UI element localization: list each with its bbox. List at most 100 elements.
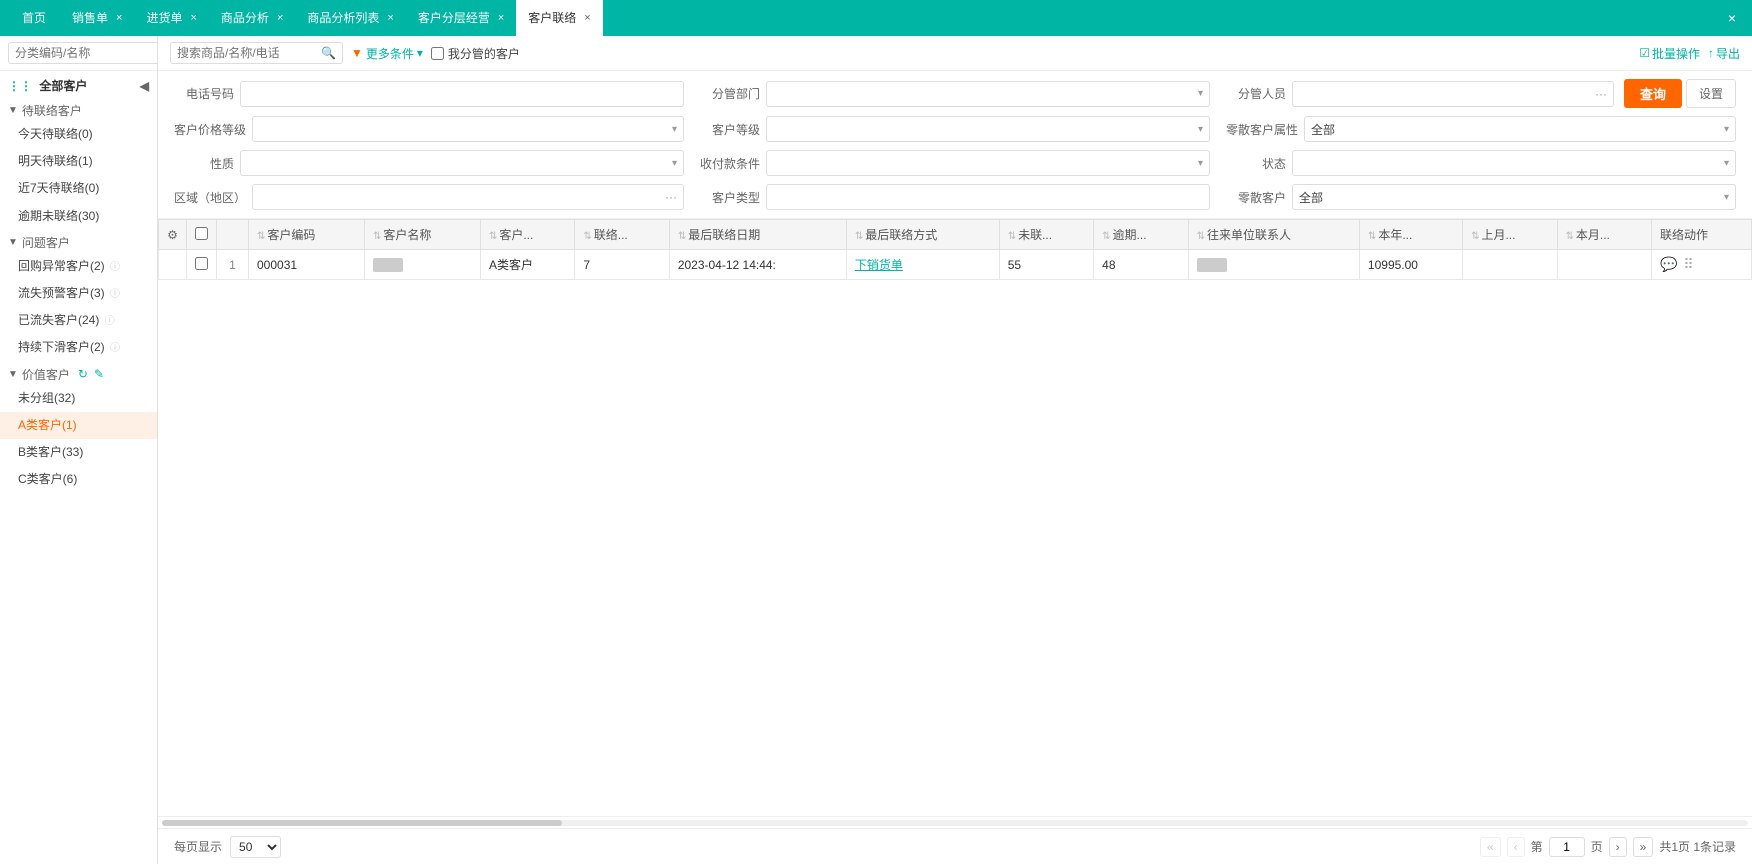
next-page-button[interactable]: ›	[1609, 837, 1627, 857]
customer-type-input[interactable]	[766, 184, 1210, 210]
filter-icon: ▼	[351, 46, 363, 60]
value-edit-icon[interactable]: ✎	[94, 367, 104, 381]
query-button[interactable]: 查询	[1624, 79, 1682, 108]
page-size-select[interactable]: 50 100 200	[230, 836, 281, 858]
sidebar-item-repurchase-abnormal[interactable]: 回购异常客户(2) ⓘ	[0, 253, 157, 280]
nav-customer-tier[interactable]: 客户分层经营 ×	[406, 0, 516, 36]
nav-product-analysis-close[interactable]: ×	[277, 0, 283, 36]
nav-product-analysis-list-close[interactable]: ×	[387, 0, 393, 36]
last-method-link[interactable]: 下销货单	[855, 258, 903, 272]
nav-sales[interactable]: 销售单 ×	[60, 0, 134, 36]
sidebar-item-c-class[interactable]: C类客户(6)	[0, 466, 157, 493]
nav-customer-contact[interactable]: 客户联络 ×	[516, 0, 602, 36]
th-overdue[interactable]: ⇅逾期...	[1094, 220, 1188, 250]
th-no-contact[interactable]: ⇅未联...	[999, 220, 1093, 250]
page-number-input[interactable]	[1549, 837, 1585, 857]
problem-arrow-icon: ▼	[8, 237, 18, 248]
select-all-checkbox[interactable]	[195, 227, 208, 240]
setting-button[interactable]: 设置	[1686, 79, 1736, 108]
my-customers-checkbox[interactable]	[431, 47, 444, 60]
th-level[interactable]: ⇅客户...	[480, 220, 574, 250]
filter-panel: 电话号码 分管部门 ▾ 分管人员 ··· 查询 设置	[158, 71, 1752, 219]
horizontal-scrollbar[interactable]	[158, 816, 1752, 828]
payment-select[interactable]: ▾	[766, 150, 1210, 176]
status-select[interactable]: ▾	[1292, 150, 1736, 176]
nav-home[interactable]: 首页	[8, 0, 60, 36]
filter-search-icon[interactable]: 🔍	[321, 46, 336, 60]
customer-level-select[interactable]: ▾	[766, 116, 1210, 142]
close-all-button[interactable]: ×	[1720, 10, 1744, 26]
pagination-left: 每页显示 50 100 200	[174, 836, 281, 858]
filter-row-price-level: 客户价格等级 ▾	[174, 116, 684, 142]
sidebar-item-today[interactable]: 今天待联络(0)	[0, 121, 157, 148]
prev-page-button[interactable]: ‹	[1507, 837, 1525, 857]
more-filters-button[interactable]: ▼ 更多条件 ▾	[351, 45, 423, 62]
th-this-year[interactable]: ⇅本年...	[1359, 220, 1462, 250]
payment-arrow-icon: ▾	[1198, 158, 1203, 169]
sidebar-search-input[interactable]	[8, 42, 158, 64]
filter-row-phone: 电话号码	[174, 79, 684, 108]
th-index	[217, 220, 249, 250]
last-page-button[interactable]: »	[1633, 837, 1654, 857]
export-button[interactable]: ↑ 导出	[1708, 45, 1740, 62]
th-gear[interactable]: ⚙	[159, 220, 187, 250]
sidebar-item-7days[interactable]: 近7天待联络(0)	[0, 175, 157, 202]
retail-arrow-icon: ▾	[1724, 192, 1729, 203]
price-level-select[interactable]: ▾	[252, 116, 684, 142]
sidebar-group-problem[interactable]: ▼ 问题客户	[0, 230, 157, 253]
scrollbar-thumb[interactable]	[162, 820, 562, 826]
nav-product-analysis-list[interactable]: 商品分析列表 ×	[295, 0, 405, 36]
nav-purchase[interactable]: 进货单 ×	[134, 0, 208, 36]
sidebar-all-customers: ⋮⋮ 全部客户 ◀	[0, 71, 157, 98]
sidebar-item-overdue[interactable]: 逾期未联络(30)	[0, 203, 157, 230]
sidebar-item-a-class[interactable]: A类客户(1)	[0, 412, 157, 439]
dept-select[interactable]: ▾	[766, 81, 1210, 107]
value-arrow-icon: ▼	[8, 369, 18, 380]
th-last-method[interactable]: ⇅最后联络方式	[846, 220, 999, 250]
sidebar-collapse-icon[interactable]: ◀	[140, 79, 149, 93]
nav-sales-close[interactable]: ×	[116, 0, 122, 36]
th-name[interactable]: ⇅客户名称	[364, 220, 480, 250]
nav-product-analysis[interactable]: 商品分析 ×	[209, 0, 295, 36]
value-refresh-icon[interactable]: ↻	[78, 367, 88, 381]
chat-icon[interactable]: 💬	[1660, 256, 1677, 273]
sidebar-item-churned[interactable]: 已流失客户(24) ⓘ	[0, 307, 157, 334]
nav-customer-tier-close[interactable]: ×	[498, 0, 504, 36]
th-this-month[interactable]: ⇅本月...	[1557, 220, 1651, 250]
sidebar-item-b-class[interactable]: B类客户(33)	[0, 439, 157, 466]
th-unit-contact[interactable]: ⇅往来单位联系人	[1188, 220, 1359, 250]
phone-label: 电话号码	[174, 85, 234, 102]
nav-purchase-close[interactable]: ×	[190, 0, 196, 36]
sidebar-item-churn-warning[interactable]: 流失预警客户(3) ⓘ	[0, 280, 157, 307]
sidebar-item-ungroup[interactable]: 未分组(32)	[0, 385, 157, 412]
td-checkbox[interactable]	[187, 250, 217, 280]
retail-select[interactable]: 全部 ▾	[1292, 184, 1736, 210]
nav-customer-contact-close[interactable]: ×	[584, 0, 590, 36]
th-last-date[interactable]: ⇅最后联络日期	[669, 220, 846, 250]
manager-input[interactable]: ···	[1292, 81, 1614, 107]
first-page-button[interactable]: «	[1480, 837, 1501, 857]
th-last-month[interactable]: ⇅上月...	[1463, 220, 1557, 250]
batch-op-button[interactable]: ☑ 批量操作	[1639, 45, 1700, 62]
sidebar-group-value[interactable]: ▼ 价值客户 ↻ ✎	[0, 362, 157, 385]
content-area: 🔍 ▼ 更多条件 ▾ 我分管的客户 ☑ 批量操作 ↑ 导出	[158, 36, 1752, 864]
sidebar-item-tomorrow[interactable]: 明天待联络(1)	[0, 148, 157, 175]
retail-attr-select[interactable]: 全部 ▾	[1304, 116, 1736, 142]
nature-select[interactable]: ▾	[240, 150, 684, 176]
phone-input[interactable]	[240, 81, 684, 107]
qr-icon[interactable]: ⠿	[1683, 256, 1693, 273]
sidebar-group-pending[interactable]: ▼ 待联络客户	[0, 98, 157, 121]
th-action: 联络动作	[1651, 220, 1751, 250]
region-input[interactable]: ···	[252, 184, 684, 210]
filter-row-customer-type: 客户类型	[700, 184, 1210, 210]
th-checkbox[interactable]	[187, 220, 217, 250]
filter-search-input[interactable]	[177, 46, 317, 60]
sidebar-item-declining[interactable]: 持续下滑客户(2) ⓘ	[0, 334, 157, 361]
scrollbar-track	[162, 820, 1748, 826]
th-contact[interactable]: ⇅联络...	[575, 220, 669, 250]
th-code[interactable]: ⇅客户编码	[249, 220, 365, 250]
row-checkbox[interactable]	[195, 257, 208, 270]
more-filters-label: 更多条件	[366, 45, 414, 62]
nav-home-label: 首页	[22, 0, 46, 36]
td-this-month	[1557, 250, 1651, 280]
